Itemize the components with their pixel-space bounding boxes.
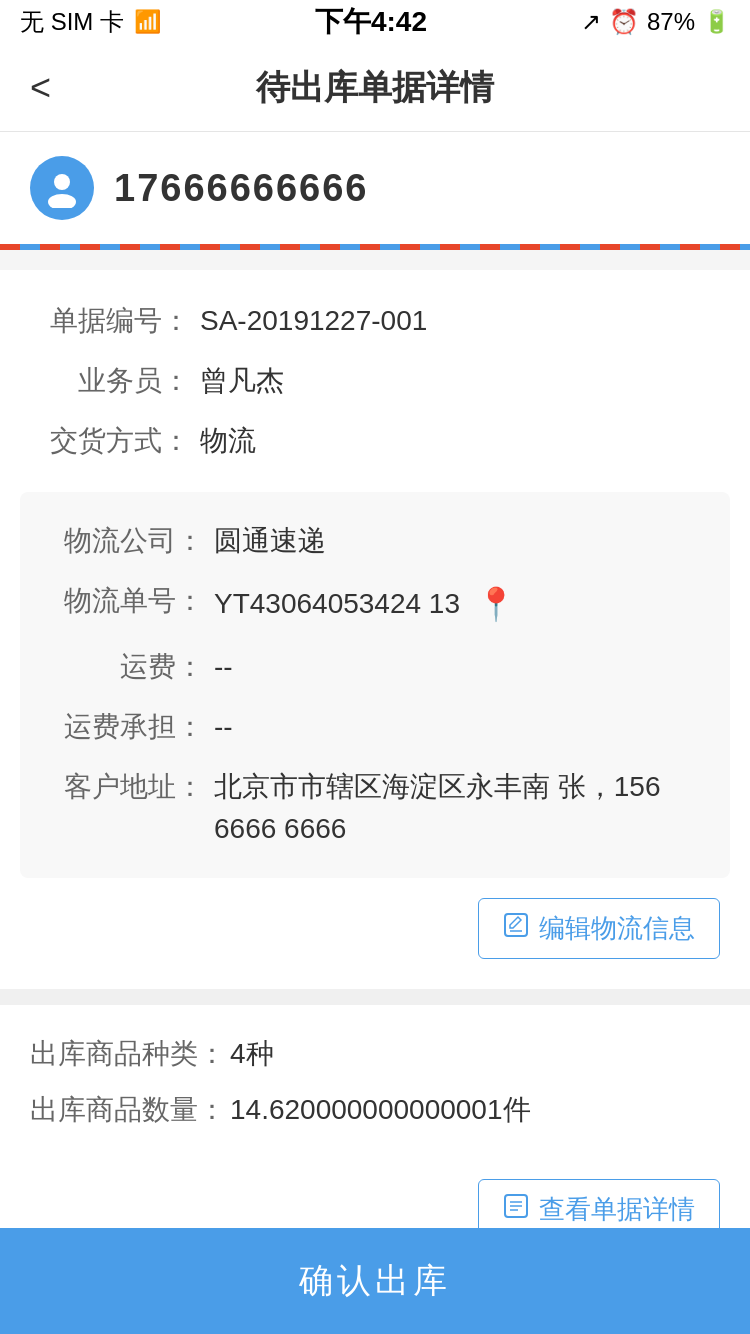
freight-value: -- bbox=[214, 646, 706, 688]
detail-icon bbox=[503, 1193, 529, 1226]
view-detail-label: 查看单据详情 bbox=[539, 1192, 695, 1227]
edit-icon bbox=[503, 912, 529, 945]
user-phone: 17666666666 bbox=[114, 167, 368, 210]
status-bar: 无 SIM 卡 📶 下午4:42 ↗ ⏰ 87% 🔋 bbox=[0, 0, 750, 44]
document-number-label: 单据编号： bbox=[30, 300, 190, 342]
stock-section: 出库商品种类： 4种 出库商品数量： 14.620000000000001件 bbox=[0, 1005, 750, 1159]
address-value: 北京市市辖区海淀区永丰南 张，156 6666 6666 bbox=[214, 766, 706, 850]
logistics-tracking-label: 物流单号： bbox=[44, 580, 204, 622]
stock-quantity-value: 14.620000000000001件 bbox=[230, 1091, 531, 1129]
section-divider bbox=[0, 989, 750, 1005]
alarm-icon: ⏰ bbox=[609, 8, 639, 36]
logistics-company-row: 物流公司： 圆通速递 bbox=[44, 520, 706, 562]
freight-row: 运费： -- bbox=[44, 646, 706, 688]
edit-logistics-label: 编辑物流信息 bbox=[539, 911, 695, 946]
freight-label: 运费： bbox=[44, 646, 204, 688]
status-left: 无 SIM 卡 📶 bbox=[20, 6, 161, 38]
carrier-text: 无 SIM 卡 bbox=[20, 6, 124, 38]
svg-point-1 bbox=[48, 194, 76, 208]
logistics-company-label: 物流公司： bbox=[44, 520, 204, 562]
delivery-value: 物流 bbox=[200, 420, 720, 462]
address-label: 客户地址： bbox=[44, 766, 204, 808]
svg-point-0 bbox=[54, 174, 70, 190]
avatar-icon bbox=[42, 168, 82, 208]
salesman-value: 曾凡杰 bbox=[200, 360, 720, 402]
freight-pay-row: 运费承担： -- bbox=[44, 706, 706, 748]
logistics-tracking-row: 物流单号： YT43064053424 13 📍 bbox=[44, 580, 706, 628]
document-number-value: SA-20191227-001 bbox=[200, 300, 720, 342]
salesman-row: 业务员： 曾凡杰 bbox=[30, 360, 720, 402]
wifi-icon: 📶 bbox=[134, 9, 161, 35]
confirm-outbound-button[interactable]: 确认出库 bbox=[299, 1258, 451, 1304]
stock-quantity-label: 出库商品数量： bbox=[30, 1091, 230, 1129]
logistics-company-value: 圆通速递 bbox=[214, 520, 706, 562]
battery-text: 87% bbox=[647, 8, 695, 36]
stock-type-label: 出库商品种类： bbox=[30, 1035, 230, 1073]
document-info-section: 单据编号： SA-20191227-001 业务员： 曾凡杰 交货方式： 物流 bbox=[0, 270, 750, 492]
back-button[interactable]: < bbox=[30, 67, 51, 109]
freight-pay-label: 运费承担： bbox=[44, 706, 204, 748]
nav-bar: < 待出库单据详情 bbox=[0, 44, 750, 132]
address-row: 客户地址： 北京市市辖区海淀区永丰南 张，156 6666 6666 bbox=[44, 766, 706, 850]
status-right: ↗ ⏰ 87% 🔋 bbox=[581, 8, 730, 36]
dashed-divider bbox=[0, 244, 750, 250]
freight-pay-value: -- bbox=[214, 706, 706, 748]
logistics-card: 物流公司： 圆通速递 物流单号： YT43064053424 13 📍 运费： … bbox=[20, 492, 730, 878]
logistics-tracking-value: YT43064053424 13 📍 bbox=[214, 580, 706, 628]
stock-type-value: 4种 bbox=[230, 1035, 274, 1073]
page-title: 待出库单据详情 bbox=[256, 65, 494, 111]
stock-quantity-row: 出库商品数量： 14.620000000000001件 bbox=[30, 1091, 720, 1129]
location-icon: ↗ bbox=[581, 8, 601, 36]
confirm-btn-container: 确认出库 bbox=[0, 1228, 750, 1334]
delivery-label: 交货方式： bbox=[30, 420, 190, 462]
battery-icon: 🔋 bbox=[703, 9, 730, 35]
salesman-label: 业务员： bbox=[30, 360, 190, 402]
edit-logistics-button[interactable]: 编辑物流信息 bbox=[478, 898, 720, 959]
document-number-row: 单据编号： SA-20191227-001 bbox=[30, 300, 720, 342]
tracking-location-icon[interactable]: 📍 bbox=[476, 580, 516, 628]
edit-btn-row: 编辑物流信息 bbox=[0, 878, 750, 989]
user-header: 17666666666 bbox=[0, 132, 750, 244]
status-time: 下午4:42 bbox=[315, 3, 427, 41]
delivery-row: 交货方式： 物流 bbox=[30, 420, 720, 462]
avatar bbox=[30, 156, 94, 220]
stock-type-row: 出库商品种类： 4种 bbox=[30, 1035, 720, 1073]
